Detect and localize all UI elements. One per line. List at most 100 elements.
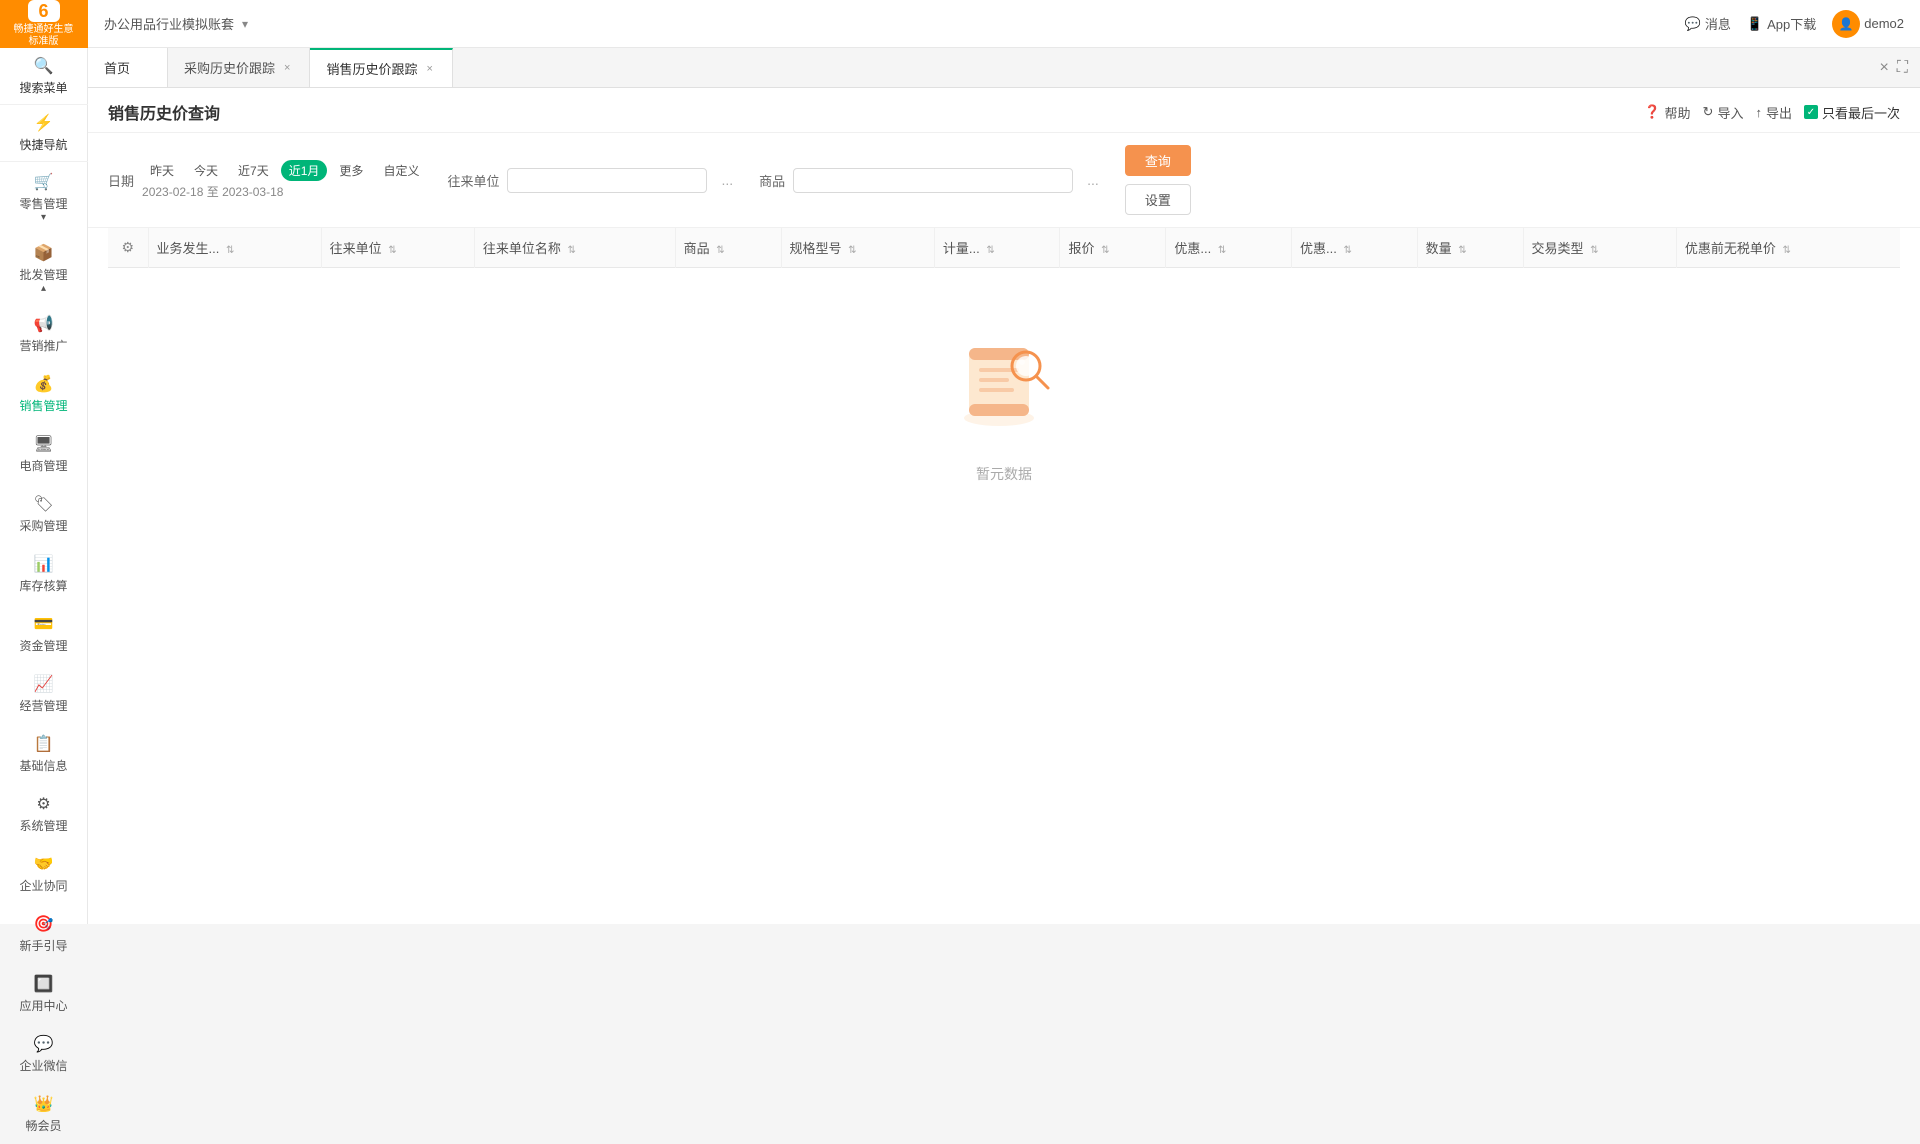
sidebar-item-basic[interactable]: 📋 基础信息: [0, 724, 88, 784]
sidebar-item-wechat[interactable]: 💬 企业微信: [0, 1024, 88, 1084]
retail-icon: 🛒: [34, 172, 54, 192]
sidebar-item-inventory[interactable]: 📊 库存核算: [0, 544, 88, 604]
data-table: ⚙ 业务发生... ⇅ 往来单位 ⇅ 往来单位名称 ⇅: [108, 228, 1900, 268]
app-logo[interactable]: 6 畅捷通好生意 标准版: [0, 0, 88, 48]
sort-icon-no-tax-price: ⇅: [1782, 245, 1790, 256]
sidebar-item-finance[interactable]: 💳 资金管理: [0, 604, 88, 664]
filter-buttons: 查询 设置: [1125, 145, 1191, 215]
chevron-up-icon: ▴: [41, 283, 46, 294]
tab-spacer: [453, 48, 1868, 87]
workspace-dropdown[interactable]: ▾: [242, 17, 248, 31]
sidebar-item-purchase[interactable]: 🏷 采购管理: [0, 484, 88, 544]
pill-last1m[interactable]: 近1月: [281, 160, 328, 181]
sort-icon-discount1: ⇅: [1218, 245, 1226, 256]
th-business-date[interactable]: 业务发生... ⇅: [148, 228, 321, 268]
tabbar-right: × ⛶: [1867, 48, 1920, 87]
pill-last7[interactable]: 近7天: [230, 160, 277, 181]
th-settings[interactable]: ⚙: [108, 228, 148, 268]
tab-home-label: 首页: [104, 58, 130, 77]
pill-custom[interactable]: 自定义: [375, 160, 427, 181]
tab-sales-history-close[interactable]: ×: [423, 62, 435, 76]
date-range-display: 2023-02-18 至 2023-03-18: [142, 183, 427, 200]
th-discount1[interactable]: 优惠... ⇅: [1166, 228, 1292, 268]
tab-purchase-history[interactable]: 采购历史价跟踪 ×: [168, 48, 310, 87]
sidebar-item-guide[interactable]: 🎯 新手引导: [0, 904, 88, 964]
sales-icon: 💰: [34, 374, 54, 394]
avatar: 👤: [1832, 10, 1860, 38]
sidebar-item-ecommerce[interactable]: 🖥 电商管理: [0, 424, 88, 484]
th-unit[interactable]: 计量... ⇅: [934, 228, 1060, 268]
main-area: 办公用品行业模拟账套 ▾ 💬 消息 📱 App下载 👤 demo2 首页: [88, 0, 1920, 924]
th-counterpart-name[interactable]: 往来单位名称 ⇅: [474, 228, 675, 268]
help-action[interactable]: ❓ 帮助: [1644, 103, 1690, 122]
setting-button[interactable]: 设置: [1125, 184, 1191, 215]
pill-yesterday[interactable]: 昨天: [142, 160, 182, 181]
th-counterpart-code[interactable]: 往来单位 ⇅: [321, 228, 474, 268]
goods-dots[interactable]: ...: [1081, 170, 1105, 190]
th-quantity[interactable]: 数量 ⇅: [1417, 228, 1523, 268]
sidebar-item-retail[interactable]: 🛒 零售管理 ▾: [0, 162, 88, 233]
counterpart-label: 往来单位: [447, 171, 499, 190]
inventory-icon: 📊: [34, 554, 54, 574]
close-tab-btn[interactable]: ×: [1879, 59, 1888, 77]
sidebar-item-system[interactable]: ⚙ 系统管理: [0, 784, 88, 844]
only-last-checkbox[interactable]: ✓: [1804, 105, 1818, 119]
table-header-row: ⚙ 业务发生... ⇅ 往来单位 ⇅ 往来单位名称 ⇅: [108, 228, 1900, 268]
quick-nav-icon: ⚡: [34, 113, 54, 133]
counterpart-dots[interactable]: ...: [715, 170, 739, 190]
sort-icon-quantity: ⇅: [1458, 245, 1466, 256]
only-last-container[interactable]: ✓ 只看最后一次: [1804, 103, 1900, 122]
tab-purchase-history-close[interactable]: ×: [281, 61, 293, 75]
export-action[interactable]: ↑ 导出: [1755, 103, 1792, 122]
th-no-tax-price[interactable]: 优惠前无税单价 ⇅: [1676, 228, 1900, 268]
app-name: 畅捷通好生意: [14, 24, 74, 36]
sidebar-item-apps[interactable]: 🔲 应用中心: [0, 964, 88, 1024]
tab-sales-history-label: 销售历史价跟踪: [326, 59, 417, 78]
finance-icon: 💳: [34, 614, 54, 634]
query-button[interactable]: 查询: [1125, 145, 1191, 176]
fullscreen-btn[interactable]: ⛶: [1897, 59, 1908, 77]
page-title: 销售历史价查询: [108, 100, 220, 124]
sidebar-item-members[interactable]: 👑 畅会员: [0, 1084, 88, 1144]
counterpart-input[interactable]: [507, 168, 707, 193]
export-icon: ↑: [1755, 105, 1762, 120]
pill-more[interactable]: 更多: [331, 160, 371, 181]
import-action[interactable]: ↻ 导入: [1703, 103, 1744, 122]
app-version: 标准版: [29, 36, 59, 48]
th-spec[interactable]: 规格型号 ⇅: [781, 228, 934, 268]
th-price[interactable]: 报价 ⇅: [1060, 228, 1166, 268]
th-goods[interactable]: 商品 ⇅: [675, 228, 781, 268]
topbar-right: 💬 消息 📱 App下载 👤 demo2: [1685, 10, 1904, 38]
sidebar-item-operations[interactable]: 📈 经营管理: [0, 664, 88, 724]
import-icon: ↻: [1703, 104, 1714, 120]
message-action[interactable]: 💬 消息: [1685, 14, 1731, 33]
system-icon: ⚙: [36, 794, 50, 814]
topbar-left: 办公用品行业模拟账套 ▾: [104, 14, 248, 33]
goods-input[interactable]: [793, 168, 1073, 193]
guide-icon: 🎯: [34, 914, 54, 934]
enterprise-icon: 🤝: [34, 854, 54, 874]
tab-sales-history[interactable]: 销售历史价跟踪 ×: [310, 48, 452, 87]
filter-bar: 日期 昨天 今天 近7天 近1月 更多 自定义 2023-02-18 至 202…: [88, 133, 1920, 228]
table-container: ⚙ 业务发生... ⇅ 往来单位 ⇅ 往来单位名称 ⇅: [88, 228, 1920, 924]
tab-purchase-history-label: 采购历史价跟踪: [184, 58, 275, 77]
goods-filter-group: 商品 ...: [759, 168, 1105, 193]
operations-icon: 📈: [34, 674, 54, 694]
sidebar-item-enterprise[interactable]: 🤝 企业协同: [0, 844, 88, 904]
th-trade-type[interactable]: 交易类型 ⇅: [1523, 228, 1676, 268]
th-discount2[interactable]: 优惠... ⇅: [1292, 228, 1418, 268]
wechat-icon: 💬: [34, 1034, 54, 1054]
tab-home[interactable]: 首页: [88, 48, 168, 87]
sidebar-item-search[interactable]: 🔍 搜索菜单: [0, 48, 88, 105]
sidebar-item-quick-nav[interactable]: ⚡ 快捷导航: [0, 105, 88, 162]
app-download-action[interactable]: 📱 App下载: [1747, 14, 1816, 33]
pill-today[interactable]: 今天: [186, 160, 226, 181]
table-settings-icon[interactable]: ⚙: [121, 239, 134, 255]
user-profile[interactable]: 👤 demo2: [1832, 10, 1904, 38]
sidebar-item-marketing[interactable]: 📢 营销推广: [0, 304, 88, 364]
sidebar-item-wholesale[interactable]: 📦 批发管理 ▴: [0, 233, 88, 304]
sidebar: 6 畅捷通好生意 标准版 🔍 搜索菜单 ⚡ 快捷导航 🛒 零售管理 ▾ 📦 批发…: [0, 0, 88, 924]
ecommerce-icon: 🖥: [33, 434, 53, 454]
apps-icon: 🔲: [34, 974, 54, 994]
sidebar-item-sales[interactable]: 💰 销售管理: [0, 364, 88, 424]
